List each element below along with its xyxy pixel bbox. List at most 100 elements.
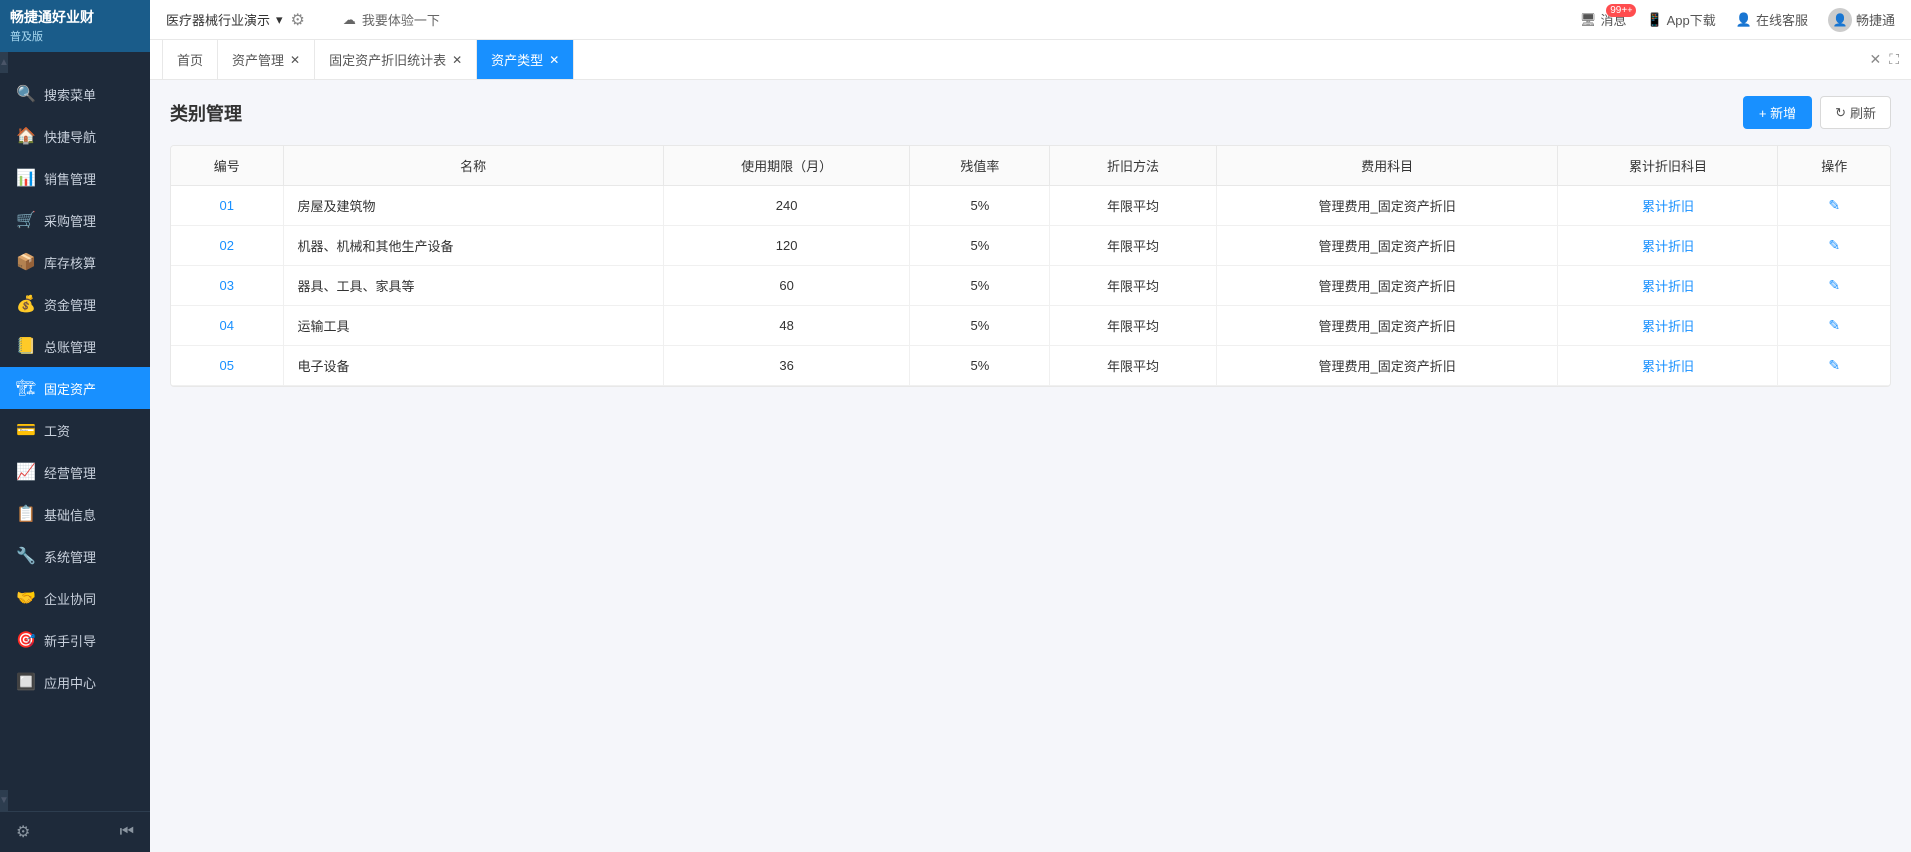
purchase-icon: 🛒 xyxy=(16,210,36,230)
sidebar-label-guide: 新手引导 xyxy=(44,631,96,650)
sidebar-item-search[interactable]: 🔍搜索菜单 xyxy=(0,73,150,115)
sidebar-label-sales: 销售管理 xyxy=(44,169,96,188)
tab-label-1: 资产管理 xyxy=(232,50,284,69)
cooperation-icon: 🤝 xyxy=(16,588,36,608)
sidebar-label-quicknav: 快捷导航 xyxy=(44,127,96,146)
experience-text: 我要体验一下 xyxy=(362,10,440,29)
sidebar-label-salary: 工资 xyxy=(44,421,70,440)
sidebar-label-purchase: 采购管理 xyxy=(44,211,96,230)
cell-r4-c6: 累计折旧 xyxy=(1558,346,1778,386)
module-settings-icon[interactable]: ⚙ xyxy=(291,10,305,30)
cell-r4-c2: 36 xyxy=(663,346,910,386)
inventory-icon: 📦 xyxy=(16,252,36,272)
cell-r2-c7[interactable]: ✎ xyxy=(1778,266,1890,306)
collapse-icon[interactable]: ⏮ xyxy=(120,823,134,841)
page-header: 类别管理 + 新增 ↻ 刷新 xyxy=(170,96,1891,129)
ledger-icon: 📒 xyxy=(16,336,36,356)
sidebar-item-basic[interactable]: 📋基础信息 xyxy=(0,493,150,535)
sidebar: 畅捷通好业财 普及版 ▲ 🔍搜索菜单🏠快捷导航📊销售管理🛒采购管理📦库存核算💰资… xyxy=(0,0,150,852)
tab-close-2[interactable]: ✕ xyxy=(452,53,462,67)
user-avatar-icon: 👤 xyxy=(1828,8,1852,32)
tab-item-0[interactable]: 首页 xyxy=(162,40,218,79)
tab-close-1[interactable]: ✕ xyxy=(290,53,300,67)
sidebar-item-salary[interactable]: 💳工资 xyxy=(0,409,150,451)
cell-r1-c0: 02 xyxy=(171,226,283,266)
cell-r3-c4: 年限平均 xyxy=(1050,306,1217,346)
cell-r0-c2: 240 xyxy=(663,186,910,226)
tab-item-2[interactable]: 固定资产折旧统计表✕ xyxy=(315,40,477,79)
cell-r1-c1: 机器、机械和其他生产设备 xyxy=(283,226,663,266)
capital-icon: 💰 xyxy=(16,294,36,314)
category-table: 编号名称使用期限（月）残值率折旧方法费用科目累计折旧科目操作 01房屋及建筑物2… xyxy=(171,146,1890,386)
cell-r3-c6: 累计折旧 xyxy=(1558,306,1778,346)
message-button[interactable]: 🖥 消息 99++ xyxy=(1580,10,1627,29)
customer-service-label: 在线客服 xyxy=(1756,10,1808,29)
sidebar-item-cooperation[interactable]: 🤝企业协同 xyxy=(0,577,150,619)
table-row: 02机器、机械和其他生产设备1205%年限平均管理费用_固定资产折旧累计折旧✎ xyxy=(171,226,1890,266)
cell-r4-c4: 年限平均 xyxy=(1050,346,1217,386)
experience-button[interactable]: ☁ 我要体验一下 xyxy=(333,6,450,33)
cell-r3-c3: 5% xyxy=(910,306,1050,346)
cell-r2-c0: 03 xyxy=(171,266,283,306)
col-header-3: 残值率 xyxy=(910,146,1050,186)
sidebar-item-management[interactable]: 📈 经营管理 xyxy=(0,451,150,493)
management-icon: 📈 xyxy=(16,462,36,482)
tab-item-3[interactable]: 资产类型✕ xyxy=(477,40,574,79)
close-tab-icon[interactable]: ✕ xyxy=(1869,51,1881,68)
sidebar-item-appcenter[interactable]: 🔲应用中心 xyxy=(0,661,150,703)
cell-r3-c7[interactable]: ✎ xyxy=(1778,306,1890,346)
cell-r3-c0: 04 xyxy=(171,306,283,346)
app-download-button[interactable]: 📱 App下载 xyxy=(1646,10,1715,29)
message-badge: 99++ xyxy=(1606,4,1636,17)
scroll-up-arrow[interactable]: ▲ xyxy=(0,54,12,71)
page-title: 类别管理 xyxy=(170,100,242,126)
sidebar-item-capital[interactable]: 💰 资金管理 xyxy=(0,283,150,325)
sidebar-label-inventory: 库存核算 xyxy=(44,253,96,272)
cell-r3-c2: 48 xyxy=(663,306,910,346)
sidebar-item-inventory[interactable]: 📦 库存核算 xyxy=(0,241,150,283)
sidebar-item-ledger[interactable]: 📒总账管理 xyxy=(0,325,150,367)
system-icon: 🔧 xyxy=(16,546,36,566)
maximize-icon[interactable]: ⛶ xyxy=(1889,51,1899,68)
fixedasset-icon: 🏗 xyxy=(16,378,36,398)
scroll-down-arrow[interactable]: ▼ xyxy=(0,792,12,809)
topbar-left: 医疗器械行业演示 ▾ ⚙ ☁ 我要体验一下 xyxy=(166,6,450,33)
tab-label-0: 首页 xyxy=(177,50,203,69)
tab-item-1[interactable]: 资产管理 ✕ xyxy=(218,40,315,79)
cell-r2-c3: 5% xyxy=(910,266,1050,306)
cell-r2-c2: 60 xyxy=(663,266,910,306)
guide-icon: 🎯 xyxy=(16,630,36,650)
sidebar-label-system: 系统管理 xyxy=(44,547,96,566)
search-icon: 🔍 xyxy=(16,84,36,104)
col-header-6: 累计折旧科目 xyxy=(1558,146,1778,186)
sidebar-item-system[interactable]: 🔧 系统管理 xyxy=(0,535,150,577)
sidebar-item-purchase[interactable]: 🛒 采购管理 xyxy=(0,199,150,241)
sidebar-label-capital: 资金管理 xyxy=(44,295,96,314)
module-name: 医疗器械行业演示 xyxy=(166,10,270,29)
app-download-label: App下载 xyxy=(1667,10,1716,29)
sidebar-item-fixedasset[interactable]: 🏗固定资产 xyxy=(0,367,150,409)
cell-r2-c5: 管理费用_固定资产折旧 xyxy=(1216,266,1558,306)
sidebar-label-management: 经营管理 xyxy=(44,463,96,482)
cell-r0-c7[interactable]: ✎ xyxy=(1778,186,1890,226)
user-menu[interactable]: 👤 畅捷通 xyxy=(1828,8,1895,32)
scroll-down-area: ▼ xyxy=(0,790,8,811)
sidebar-item-quicknav[interactable]: 🏠快捷导航 xyxy=(0,115,150,157)
table-row: 01房屋及建筑物2405%年限平均管理费用_固定资产折旧累计折旧✎ xyxy=(171,186,1890,226)
sidebar-label-appcenter: 应用中心 xyxy=(44,673,96,692)
new-button[interactable]: + 新增 xyxy=(1743,96,1812,129)
sidebar-item-sales[interactable]: 📊销售管理 xyxy=(0,157,150,199)
refresh-button[interactable]: ↻ 刷新 xyxy=(1820,96,1891,129)
settings-icon[interactable]: ⚙ xyxy=(16,822,30,842)
sidebar-item-guide[interactable]: 🎯 新手引导 xyxy=(0,619,150,661)
sidebar-nav: 🔍搜索菜单🏠快捷导航📊销售管理 🛒 采购管理 📦 库存核算 💰 资金管理 📒总账管理🏗固定资产… xyxy=(0,73,150,790)
tab-close-3[interactable]: ✕ xyxy=(549,53,559,67)
customer-service-icon: 👤 xyxy=(1736,12,1752,28)
customer-service-button[interactable]: 👤 在线客服 xyxy=(1736,10,1808,29)
cell-r4-c7[interactable]: ✎ xyxy=(1778,346,1890,386)
module-selector[interactable]: 医疗器械行业演示 ▾ xyxy=(166,10,283,29)
cell-r1-c7[interactable]: ✎ xyxy=(1778,226,1890,266)
refresh-icon: ↻ xyxy=(1835,105,1846,121)
table-row: 03器具、工具、家具等605%年限平均管理费用_固定资产折旧累计折旧✎ xyxy=(171,266,1890,306)
col-header-7: 操作 xyxy=(1778,146,1890,186)
